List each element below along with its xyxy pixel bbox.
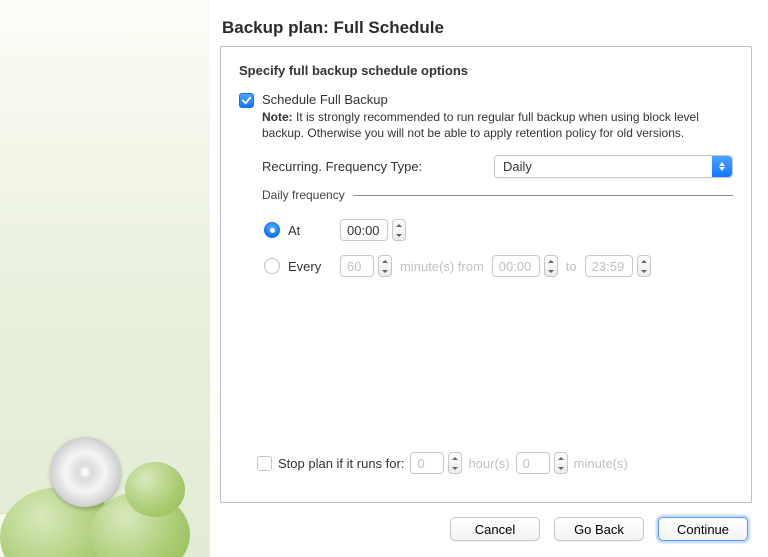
cancel-button[interactable]: Cancel (450, 517, 540, 541)
stop-minutes-input[interactable] (516, 452, 550, 474)
page-title: Backup plan: Full Schedule (220, 18, 752, 38)
frequency-type-label: Recurring. Frequency Type: (262, 159, 482, 174)
stepper-buttons[interactable] (378, 255, 392, 277)
every-from-input[interactable] (492, 255, 540, 277)
every-to-label: to (566, 259, 577, 274)
panel-subheading: Specify full backup schedule options (239, 63, 733, 78)
wizard-sidebar (0, 0, 210, 557)
stop-hours-unit: hour(s) (468, 456, 509, 471)
stop-plan-checkbox[interactable] (257, 456, 272, 471)
daily-at-time-stepper[interactable] (340, 219, 406, 241)
options-panel: Specify full backup schedule options Sch… (220, 46, 752, 503)
note-text: It is strongly recommended to run regula… (262, 110, 699, 140)
daily-at-radio[interactable] (264, 222, 280, 238)
daily-at-label: At (288, 223, 332, 238)
every-to-input[interactable] (585, 255, 633, 277)
daily-every-radio[interactable] (264, 258, 280, 274)
frequency-type-value: Daily (503, 159, 532, 174)
continue-button[interactable]: Continue (658, 517, 748, 541)
every-interval-input[interactable] (340, 255, 374, 277)
daily-at-time-input[interactable] (340, 219, 388, 241)
section-divider (353, 195, 733, 196)
wizard-footer: Cancel Go Back Continue (220, 503, 752, 547)
daily-every-label: Every (288, 259, 332, 274)
stepper-buttons[interactable] (544, 255, 558, 277)
stepper-buttons[interactable] (554, 452, 568, 474)
stepper-buttons[interactable] (637, 255, 651, 277)
stepper-buttons[interactable] (392, 219, 406, 241)
sidebar-artwork (0, 377, 210, 557)
schedule-full-backup-label: Schedule Full Backup (262, 92, 733, 107)
stop-hours-stepper[interactable] (410, 452, 462, 474)
stepper-buttons[interactable] (448, 452, 462, 474)
stop-hours-input[interactable] (410, 452, 444, 474)
stop-minutes-unit: minute(s) (574, 456, 628, 471)
schedule-full-backup-checkbox[interactable] (239, 93, 254, 108)
stop-plan-label: Stop plan if it runs for: (278, 456, 404, 471)
every-from-stepper[interactable] (492, 255, 558, 277)
select-arrows-icon (712, 156, 732, 177)
daily-frequency-section-label: Daily frequency (262, 188, 345, 202)
note-prefix: Note: (262, 110, 293, 124)
stop-minutes-stepper[interactable] (516, 452, 568, 474)
every-interval-stepper[interactable] (340, 255, 392, 277)
frequency-type-select[interactable]: Daily (494, 155, 733, 178)
schedule-note: Note: It is strongly recommended to run … (262, 110, 733, 141)
every-unit-label: minute(s) from (400, 259, 484, 274)
go-back-button[interactable]: Go Back (554, 517, 644, 541)
every-to-stepper[interactable] (585, 255, 651, 277)
